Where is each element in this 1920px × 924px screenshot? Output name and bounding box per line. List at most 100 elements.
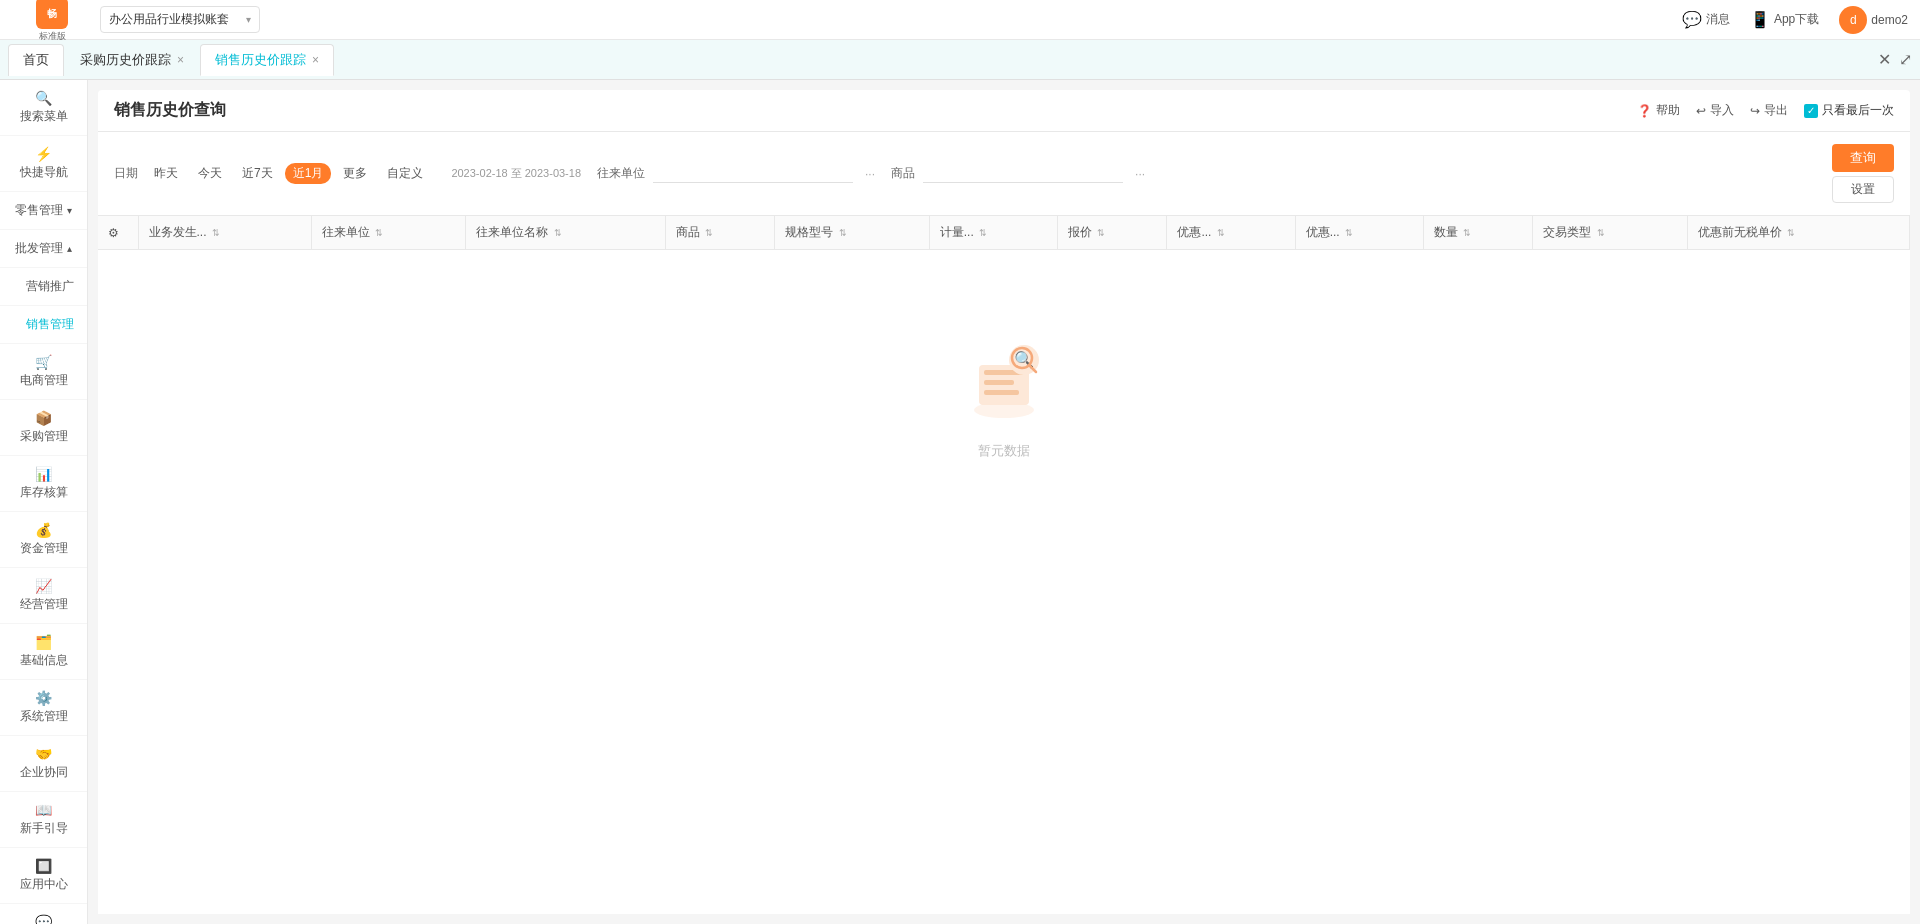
sidebar-sales-label: 销售管理 — [26, 316, 74, 333]
tab-sales[interactable]: 销售历史价跟踪 × — [200, 44, 334, 76]
filter-action-buttons: 查询 设置 — [1832, 144, 1894, 203]
sort-icon: ⇅ — [1787, 228, 1795, 238]
col-unit[interactable]: 计量... ⇅ — [929, 216, 1057, 250]
col-settings[interactable]: ⚙ — [98, 216, 138, 250]
chevron-down-icon: ▾ — [246, 14, 251, 25]
date-filter-group: 日期 昨天 今天 近7天 近1月 更多 自定义 — [114, 163, 431, 184]
import-btn[interactable]: ↩ 导入 — [1696, 102, 1734, 119]
app-download-label: App下载 — [1774, 11, 1819, 28]
sidebar-item-sales[interactable]: 销售管理 — [0, 306, 87, 344]
sidebar-item-guide[interactable]: 📖 新手引导 — [0, 792, 87, 848]
sidebar-enterprise-label: 企业协同 — [20, 764, 68, 781]
col-partner-code-label: 往来单位 — [322, 225, 370, 239]
purchase-icon: 📦 — [35, 410, 52, 426]
app-selector[interactable]: 办公用品行业模拟账套 ▾ — [100, 6, 260, 33]
sidebar-item-retail[interactable]: 零售管理 ▾ — [0, 192, 87, 230]
col-unit-label: 计量... — [940, 225, 974, 239]
sidebar-item-wechat[interactable]: 💬 企业微信 — [0, 904, 87, 924]
col-pre-tax-price[interactable]: 优惠前无税单价 ⇅ — [1687, 216, 1909, 250]
settings-button[interactable]: 设置 — [1832, 176, 1894, 203]
sort-icon: ⇅ — [1217, 228, 1225, 238]
sidebar-wholesale-label: 批发管理 — [15, 240, 63, 257]
page-header: 销售历史价查询 ❓ 帮助 ↩ 导入 ↪ 导出 ✓ 只看最后一次 — [98, 90, 1910, 132]
date-opt-today[interactable]: 今天 — [190, 163, 230, 184]
message-icon: 💬 — [1682, 10, 1702, 29]
export-btn[interactable]: ↪ 导出 — [1750, 102, 1788, 119]
only-last-checkbox[interactable]: ✓ 只看最后一次 — [1804, 102, 1894, 119]
col-partner-code[interactable]: 往来单位 ⇅ — [311, 216, 465, 250]
close-tab-btn[interactable]: ✕ — [1878, 50, 1891, 69]
col-discount1-label: 优惠... — [1177, 225, 1211, 239]
sidebar-retail-label: 零售管理 — [15, 202, 63, 219]
sidebar-operations-label: 经营管理 — [20, 596, 68, 613]
col-discount1[interactable]: 优惠... ⇅ — [1167, 216, 1295, 250]
tab-bar: 首页 采购历史价跟踪 × 销售历史价跟踪 × ✕ ⤢ — [0, 40, 1920, 80]
sidebar-item-marketing[interactable]: 营销推广 — [0, 268, 87, 306]
col-quantity[interactable]: 数量 ⇅ — [1423, 216, 1532, 250]
date-opt-yesterday[interactable]: 昨天 — [146, 163, 186, 184]
appstore-icon: 🔲 — [35, 858, 52, 874]
guide-icon: 📖 — [35, 802, 52, 818]
product-dots[interactable]: ··· — [1135, 167, 1145, 181]
empty-text: 暂元数据 — [978, 442, 1030, 460]
sidebar-basic-label: 基础信息 — [20, 652, 68, 669]
partner-filter-label: 往来单位 — [597, 165, 645, 182]
tab-sales-close[interactable]: × — [312, 54, 319, 66]
partner-dots[interactable]: ··· — [865, 167, 875, 181]
date-opt-custom[interactable]: 自定义 — [379, 163, 431, 184]
sidebar-item-appstore[interactable]: 🔲 应用中心 — [0, 848, 87, 904]
help-label: 帮助 — [1656, 102, 1680, 119]
svg-text:畅: 畅 — [47, 8, 57, 19]
sidebar-item-shortcut[interactable]: ⚡ 快捷导航 — [0, 136, 87, 192]
date-opt-7days[interactable]: 近7天 — [234, 163, 281, 184]
query-button[interactable]: 查询 — [1832, 144, 1894, 172]
app-download-action[interactable]: 📱 App下载 — [1750, 10, 1819, 29]
sidebar-item-inventory[interactable]: 📊 库存核算 — [0, 456, 87, 512]
sidebar-item-ecommerce[interactable]: 🛒 电商管理 — [0, 344, 87, 400]
date-range-display: 2023-02-18 至 2023-03-18 — [451, 166, 581, 181]
sidebar-item-search[interactable]: 🔍 搜索菜单 — [0, 80, 87, 136]
sort-icon: ⇅ — [1097, 228, 1105, 238]
col-quoted-price-label: 报价 — [1068, 225, 1092, 239]
col-quoted-price[interactable]: 报价 ⇅ — [1057, 216, 1166, 250]
product-input[interactable] — [923, 164, 1123, 183]
tab-purchase[interactable]: 采购历史价跟踪 × — [66, 44, 198, 76]
sidebar-search-label: 搜索菜单 — [20, 108, 68, 125]
search-icon: 🔍 — [35, 90, 52, 106]
date-opt-more[interactable]: 更多 — [335, 163, 375, 184]
sidebar-item-finance[interactable]: 💰 资金管理 — [0, 512, 87, 568]
col-biz-date[interactable]: 业务发生... ⇅ — [138, 216, 311, 250]
sidebar-item-purchase[interactable]: 📦 采购管理 — [0, 400, 87, 456]
sidebar-item-wholesale[interactable]: 批发管理 ▴ — [0, 230, 87, 268]
col-biz-date-label: 业务发生... — [149, 225, 207, 239]
partner-input[interactable] — [653, 164, 853, 183]
settings-icon: ⚙ — [108, 226, 119, 240]
only-last-label: 只看最后一次 — [1822, 102, 1894, 119]
col-partner-name[interactable]: 往来单位名称 ⇅ — [466, 216, 666, 250]
tab-purchase-close[interactable]: × — [177, 54, 184, 66]
sort-icon: ⇅ — [1597, 228, 1605, 238]
chevron-down-icon: ▾ — [67, 205, 72, 216]
col-product[interactable]: 商品 ⇅ — [665, 216, 774, 250]
col-spec[interactable]: 规格型号 ⇅ — [775, 216, 929, 250]
sidebar-marketing-label: 营销推广 — [26, 278, 74, 295]
tab-home[interactable]: 首页 — [8, 44, 64, 76]
message-action[interactable]: 💬 消息 — [1682, 10, 1730, 29]
user-action[interactable]: d demo2 — [1839, 6, 1908, 34]
col-discount2[interactable]: 优惠... ⇅ — [1295, 216, 1423, 250]
sidebar-item-system[interactable]: ⚙️ 系统管理 — [0, 680, 87, 736]
maximize-btn[interactable]: ⤢ — [1899, 50, 1912, 69]
filter-bar: 日期 昨天 今天 近7天 近1月 更多 自定义 2023-02-18 至 202… — [98, 132, 1910, 216]
sidebar-item-enterprise[interactable]: 🤝 企业协同 — [0, 736, 87, 792]
sidebar-inventory-label: 库存核算 — [20, 484, 68, 501]
tab-bar-right: ✕ ⤢ — [1878, 50, 1912, 69]
date-opt-1month[interactable]: 近1月 — [285, 163, 332, 184]
help-btn[interactable]: ❓ 帮助 — [1637, 102, 1680, 119]
sidebar-item-operations[interactable]: 📈 经营管理 — [0, 568, 87, 624]
sort-icon: ⇅ — [839, 228, 847, 238]
sidebar-item-basic[interactable]: 🗂️ 基础信息 — [0, 624, 87, 680]
sort-icon: ⇅ — [554, 228, 562, 238]
import-label: 导入 — [1710, 102, 1734, 119]
col-trade-type[interactable]: 交易类型 ⇅ — [1533, 216, 1687, 250]
page-title: 销售历史价查询 — [114, 100, 226, 121]
